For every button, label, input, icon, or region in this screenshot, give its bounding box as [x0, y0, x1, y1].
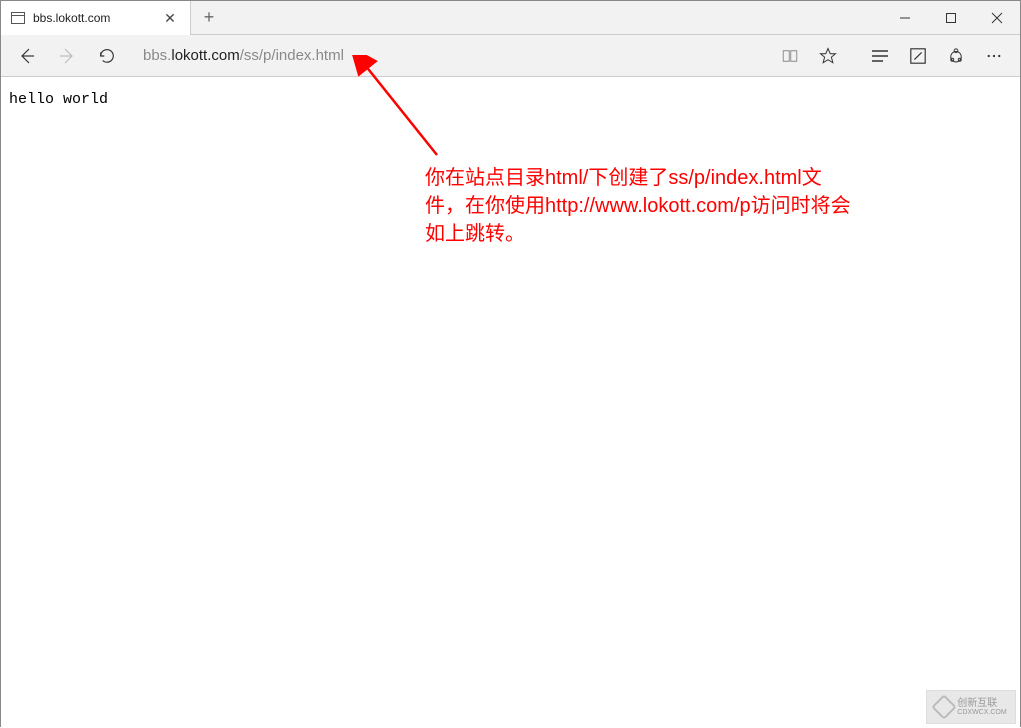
titlebar-spacer — [227, 1, 882, 34]
refresh-button[interactable] — [89, 38, 125, 74]
window-controls — [882, 1, 1020, 34]
page-body-text: hello world — [9, 91, 108, 108]
share-icon[interactable] — [938, 38, 974, 74]
titlebar: bbs.lokott.com ✕ + — [1, 1, 1020, 35]
toolbar: bbs.lokott.com/ss/p/index.html — [1, 35, 1020, 77]
maximize-button[interactable] — [928, 1, 974, 35]
notes-icon[interactable] — [900, 38, 936, 74]
minimize-button[interactable] — [882, 1, 928, 35]
toolbar-right — [772, 38, 1012, 74]
browser-tab[interactable]: bbs.lokott.com ✕ — [1, 1, 191, 35]
page-content: hello world 你在站点目录html/下创建了ss/p/index.ht… — [1, 77, 1020, 728]
more-icon[interactable] — [976, 38, 1012, 74]
page-icon — [11, 12, 25, 24]
tab-title: bbs.lokott.com — [33, 11, 158, 25]
watermark-line1: 创新互联 — [957, 699, 1006, 709]
close-window-button[interactable] — [974, 1, 1020, 35]
reading-view-icon[interactable] — [772, 38, 808, 74]
back-button[interactable] — [9, 38, 45, 74]
new-tab-button[interactable]: + — [191, 1, 227, 34]
url-path: /ss/p/index.html — [240, 47, 344, 64]
close-tab-icon[interactable]: ✕ — [158, 6, 182, 30]
favorite-star-icon[interactable] — [810, 38, 846, 74]
watermark-line2: CDXWCX.COM — [957, 709, 1006, 716]
watermark: 创新互联 CDXWCX.COM — [926, 690, 1016, 724]
url-host: lokott.com — [171, 47, 239, 64]
address-bar[interactable]: bbs.lokott.com/ss/p/index.html — [129, 41, 760, 71]
url-prefix: bbs. — [143, 47, 171, 64]
forward-button[interactable] — [49, 38, 85, 74]
hub-icon[interactable] — [862, 38, 898, 74]
watermark-logo-icon — [932, 694, 957, 719]
annotation-text: 你在站点目录html/下创建了ss/p/index.html文件，在你使用htt… — [425, 164, 855, 248]
